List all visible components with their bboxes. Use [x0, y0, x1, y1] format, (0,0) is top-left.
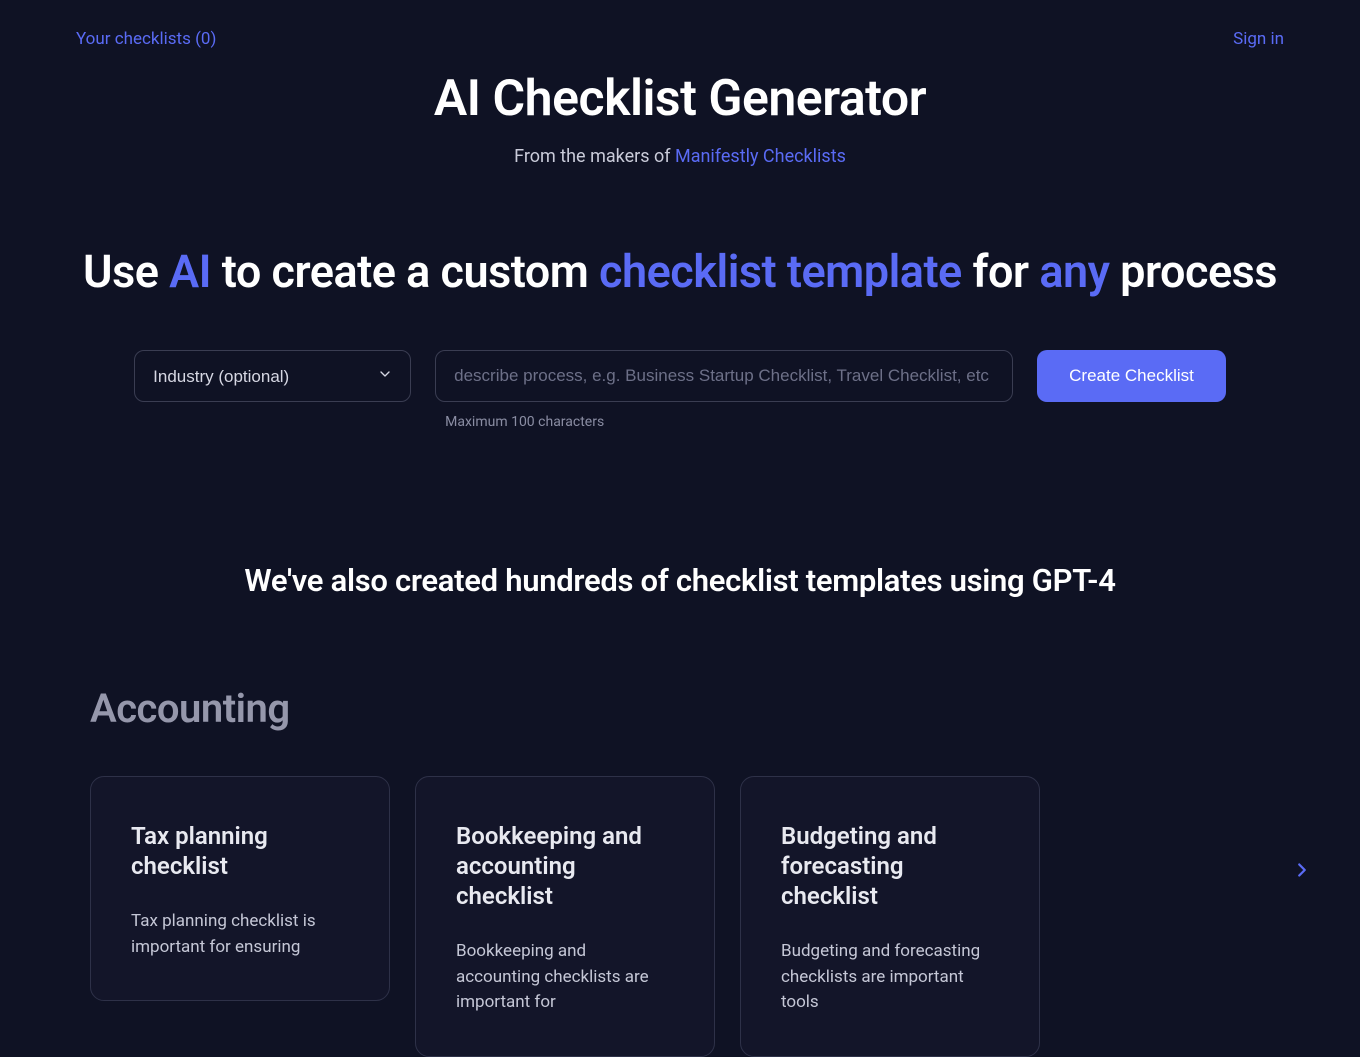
process-input-wrap: Maximum 100 characters: [435, 350, 1013, 430]
your-checklists-link[interactable]: Your checklists (0): [76, 29, 216, 49]
headline-accent-template: checklist template: [599, 245, 962, 298]
page-title: AI Checklist Generator: [40, 70, 1320, 128]
card-desc: Bookkeeping and accounting checklists ar…: [456, 939, 674, 1016]
templates-section-heading: We've also created hundreds of checklist…: [0, 562, 1360, 599]
manifestly-link[interactable]: Manifestly Checklists: [675, 146, 846, 167]
card-title: Tax planning checklist: [131, 821, 349, 881]
checklist-card[interactable]: Tax planning checklist Tax planning chec…: [90, 776, 390, 1001]
scroll-next-button[interactable]: [1286, 856, 1318, 888]
card-desc: Budgeting and forecasting checklists are…: [781, 939, 999, 1016]
subtitle-prefix: From the makers of: [514, 146, 675, 167]
cards-row: Tax planning checklist Tax planning chec…: [90, 776, 1270, 1057]
input-helper-text: Maximum 100 characters: [445, 414, 1013, 430]
headline-part: process: [1109, 245, 1277, 298]
headline-part: for: [962, 245, 1040, 298]
headline-accent-ai: AI: [169, 245, 211, 298]
checklist-card[interactable]: Budgeting and forecasting checklist Budg…: [740, 776, 1040, 1057]
industry-select-wrap: Industry (optional): [134, 350, 411, 402]
sign-in-link[interactable]: Sign in: [1233, 29, 1284, 49]
chevron-right-icon: [1291, 859, 1313, 885]
process-input[interactable]: [435, 350, 1013, 402]
industry-select[interactable]: Industry (optional): [134, 350, 411, 402]
headline-part: Use: [83, 245, 169, 298]
card-title: Bookkeeping and accounting checklist: [456, 821, 674, 911]
headline-part: to create a custom: [211, 245, 599, 298]
card-desc: Tax planning checklist is important for …: [131, 909, 349, 960]
create-checklist-button[interactable]: Create Checklist: [1037, 350, 1226, 402]
headline: Use AI to create a custom checklist temp…: [0, 245, 1360, 298]
checklist-card[interactable]: Bookkeeping and accounting checklist Boo…: [415, 776, 715, 1057]
page-subtitle: From the makers of Manifestly Checklists: [40, 146, 1320, 167]
headline-accent-any: any: [1039, 245, 1109, 298]
category-title-accounting: Accounting: [90, 685, 1270, 732]
card-title: Budgeting and forecasting checklist: [781, 821, 999, 911]
